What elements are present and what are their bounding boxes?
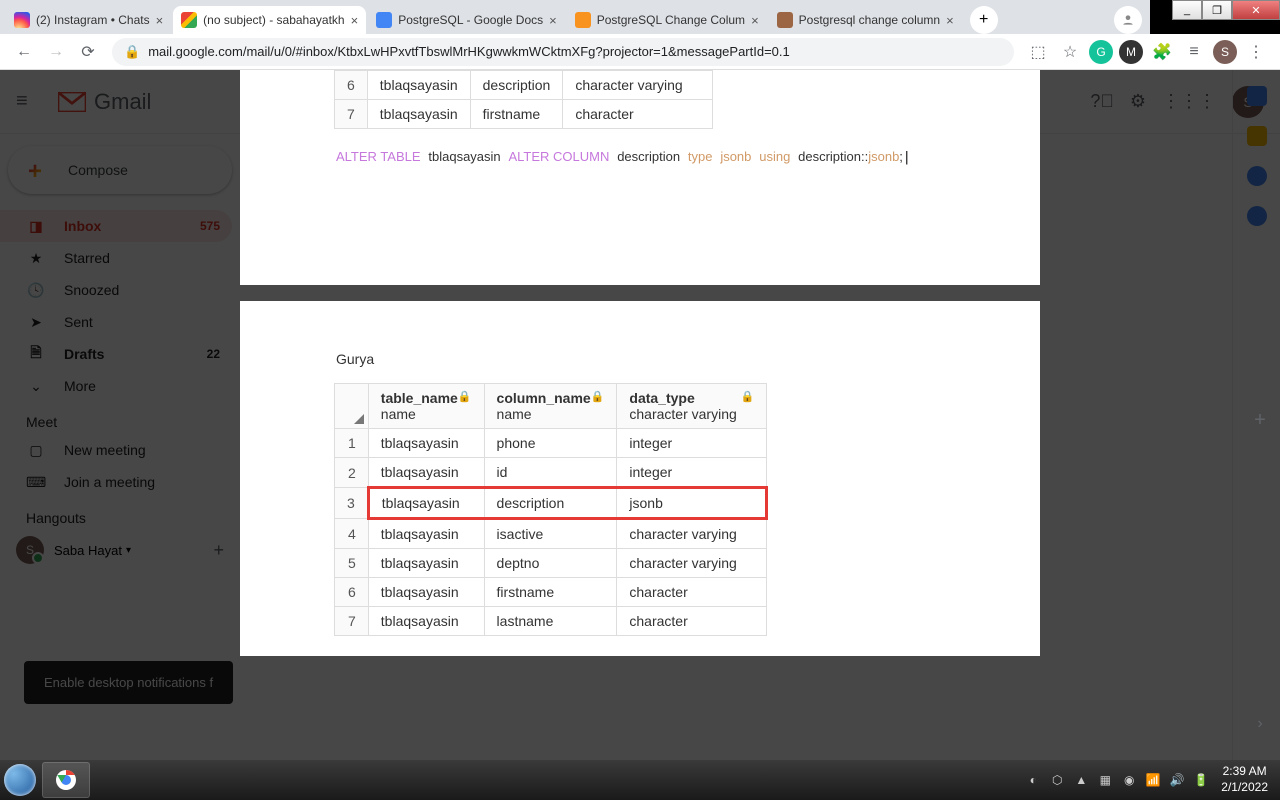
install-icon[interactable]: ⬚: [1026, 40, 1050, 64]
tray-icon[interactable]: ⬡: [1048, 771, 1066, 789]
site-icon: [575, 12, 591, 28]
extension-icon[interactable]: M: [1119, 40, 1143, 64]
table-row: 2tblaqsayasinidinteger: [335, 458, 767, 488]
close-window-button[interactable]: ✕: [1232, 0, 1280, 20]
profile-dropdown[interactable]: [1114, 6, 1142, 34]
profile-avatar[interactable]: S: [1213, 40, 1237, 64]
table-row-highlighted: 3tblaqsayasindescriptionjsonb: [335, 488, 767, 519]
browser-tab-strip: (2) Instagram • Chats × (no subject) - s…: [0, 0, 1150, 34]
tab-instagram[interactable]: (2) Instagram • Chats ×: [6, 6, 171, 34]
close-icon[interactable]: ×: [351, 13, 359, 28]
battery-icon[interactable]: 🔋: [1192, 771, 1210, 789]
tab-docs[interactable]: PostgreSQL - Google Docs ×: [368, 6, 565, 34]
table-row: 6tblaqsayasindescriptioncharacter varyin…: [335, 71, 713, 100]
tab-title: PostgreSQL Change Colum: [597, 13, 745, 27]
taskbar-chrome[interactable]: [42, 762, 90, 798]
table-row: 4tblaqsayasinisactivecharacter varying: [335, 519, 767, 549]
window-controls: _ ❐ ✕: [1172, 0, 1280, 20]
tray-icon[interactable]: ▲: [1072, 771, 1090, 789]
table-row: 1tblaqsayasinphoneinteger: [335, 429, 767, 458]
lock-icon: 🔒: [591, 390, 605, 403]
table-header-row: table_name🔒name column_name🔒name data_ty…: [335, 384, 767, 429]
attachment-viewer: 6tblaqsayasindescriptioncharacter varyin…: [240, 70, 1040, 760]
close-icon[interactable]: ×: [156, 13, 164, 28]
tab-title: (2) Instagram • Chats: [36, 13, 150, 27]
site-icon: [777, 12, 793, 28]
tray-icon[interactable]: ▦: [1096, 771, 1114, 789]
sql-statement: ALTER TABLE tblaqsayasin ALTER COLUMN de…: [336, 149, 1040, 165]
url-text: mail.google.com/mail/u/0/#inbox/KtbxLwHP…: [148, 44, 790, 59]
lock-icon: 🔒: [458, 390, 472, 403]
volume-icon[interactable]: 🔊: [1168, 771, 1186, 789]
table-row: 5tblaqsayasindeptnocharacter varying: [335, 549, 767, 578]
table-row: 6tblaqsayasinfirstnamecharacter: [335, 578, 767, 607]
close-icon[interactable]: ×: [549, 13, 557, 28]
lock-icon: 🔒: [741, 390, 755, 403]
back-button[interactable]: ←: [12, 40, 36, 64]
windows-taskbar: ◐ ⬡ ▲ ▦ ◉ 📶 🔊 🔋 2:39 AM 2/1/2022: [0, 760, 1280, 800]
tray-icon[interactable]: ◉: [1120, 771, 1138, 789]
docs-icon: [376, 12, 392, 28]
network-icon[interactable]: 📶: [1144, 771, 1162, 789]
taskbar-clock[interactable]: 2:39 AM 2/1/2022: [1213, 764, 1276, 795]
start-button[interactable]: [0, 760, 40, 800]
extensions-button[interactable]: 🧩: [1150, 40, 1174, 64]
table-row: 7tblaqsayasinlastnamecharacter: [335, 607, 767, 636]
tab-pg-change[interactable]: PostgreSQL Change Colum ×: [567, 6, 767, 34]
gmail-icon: [181, 12, 197, 28]
section-label: Gurya: [336, 351, 1040, 367]
side-panel-collapse[interactable]: ›: [1240, 704, 1280, 744]
tab-pg-column[interactable]: Postgresql change column ×: [769, 6, 962, 34]
tab-title: PostgreSQL - Google Docs: [398, 13, 543, 27]
forward-button[interactable]: →: [44, 40, 68, 64]
tab-gmail[interactable]: (no subject) - sabahayatkh ×: [173, 6, 366, 34]
result-table-top: 6tblaqsayasindescriptioncharacter varyin…: [334, 70, 713, 129]
address-bar[interactable]: 🔒 mail.google.com/mail/u/0/#inbox/KtbxLw…: [112, 38, 1014, 66]
close-icon[interactable]: ×: [946, 13, 954, 28]
system-tray: ◐ ⬡ ▲ ▦ ◉ 📶 🔊 🔋 2:39 AM 2/1/2022: [1021, 764, 1280, 795]
instagram-icon: [14, 12, 30, 28]
reading-list-icon[interactable]: ≡: [1182, 40, 1206, 64]
minimize-button[interactable]: _: [1172, 0, 1202, 20]
tab-title: Postgresql change column: [799, 13, 940, 27]
lock-icon: 🔒: [124, 44, 140, 60]
close-icon[interactable]: ×: [751, 13, 759, 28]
browser-toolbar: ← → ⟳ 🔒 mail.google.com/mail/u/0/#inbox/…: [0, 34, 1280, 70]
bookmark-icon[interactable]: ☆: [1058, 40, 1082, 64]
tab-title: (no subject) - sabahayatkh: [203, 13, 344, 27]
menu-button[interactable]: ⋮: [1244, 40, 1268, 64]
maximize-button[interactable]: ❐: [1202, 0, 1232, 20]
side-panel-add[interactable]: +: [1240, 400, 1280, 440]
tray-icon[interactable]: ◐: [1024, 771, 1042, 789]
new-tab-button[interactable]: +: [970, 6, 998, 34]
grammarly-icon[interactable]: G: [1089, 40, 1113, 64]
reload-button[interactable]: ⟳: [76, 40, 100, 64]
result-table-main: table_name🔒name column_name🔒name data_ty…: [334, 383, 768, 636]
table-row: 7tblaqsayasinfirstnamecharacter: [335, 100, 713, 129]
